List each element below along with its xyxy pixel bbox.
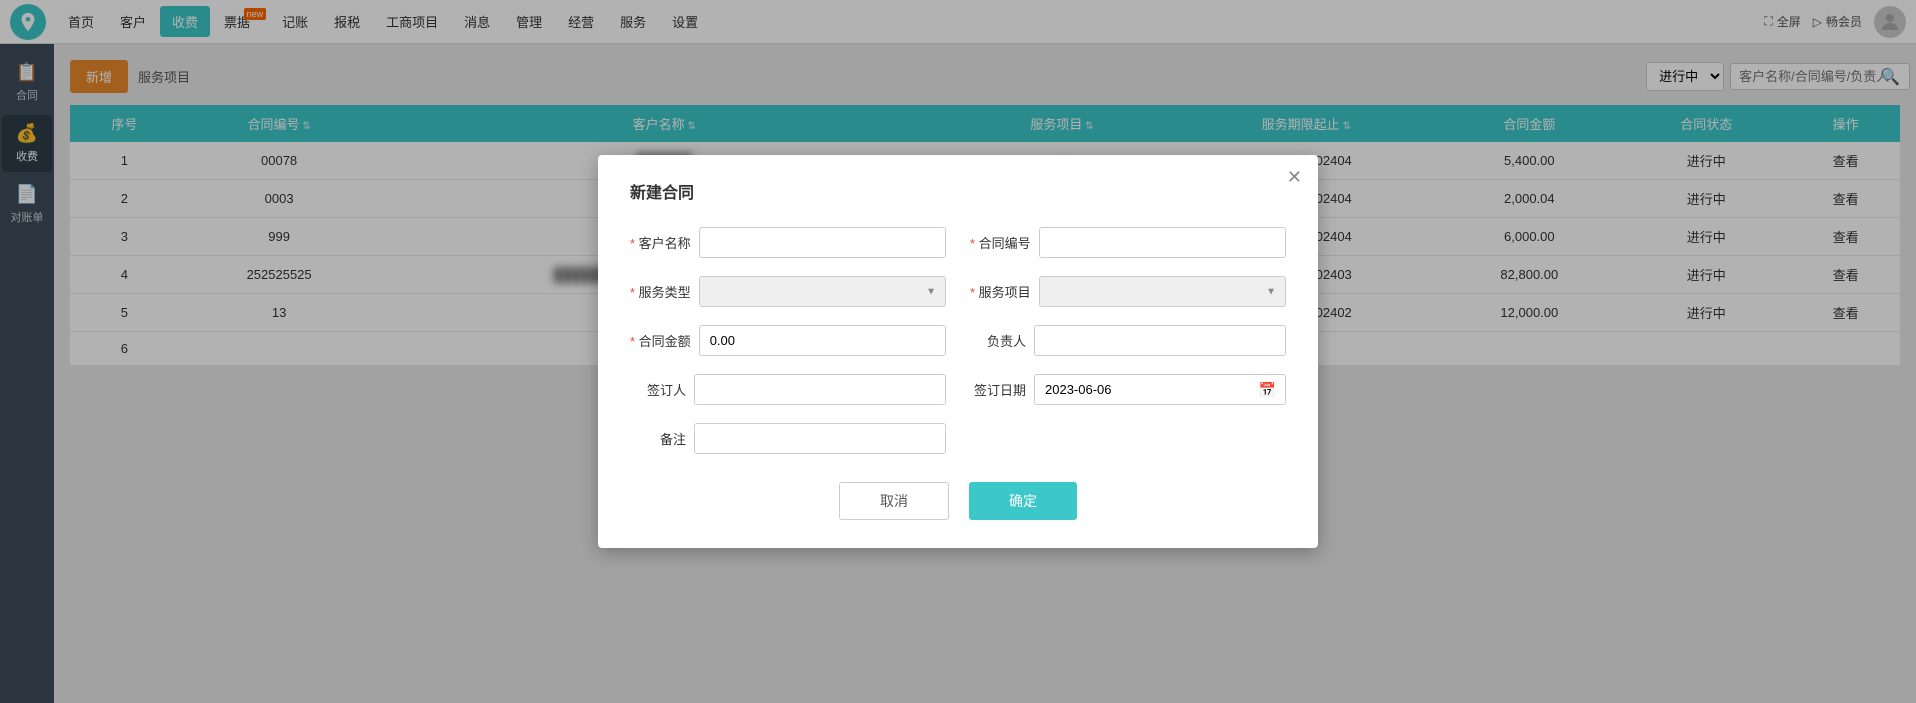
input-person-in-charge[interactable]	[1034, 325, 1286, 356]
input-contract-amount[interactable]: 0.00	[699, 325, 946, 356]
field-customer-name: 客户名称	[630, 227, 946, 258]
select-service-type[interactable]	[699, 276, 946, 307]
form-row-2: 服务类型 服务项目	[630, 276, 1286, 307]
modal-close-button[interactable]: ✕	[1287, 167, 1302, 188]
label-service-item: 服务项目	[970, 282, 1031, 301]
field-service-item: 服务项目	[970, 276, 1286, 307]
field-contract-amount: 合同金额 0.00	[630, 325, 946, 356]
field-service-type: 服务类型	[630, 276, 946, 307]
input-remark[interactable]	[694, 423, 946, 454]
field-remark: 备注	[630, 423, 946, 454]
field-sign-date: 签订日期 2023-06-06 📅	[970, 374, 1286, 405]
field-signer: 签订人	[630, 374, 946, 405]
label-sign-date: 签订日期	[970, 380, 1026, 399]
form-row-1: 客户名称 合同编号	[630, 227, 1286, 258]
label-contract-amount: 合同金额	[630, 331, 691, 350]
content-area: 新增 服务项目 进行中已完成已终止 🔍 序号 合同编号 客户名称 服务项目 服务…	[54, 44, 1916, 703]
label-signer: 签订人	[630, 380, 686, 399]
field-person-in-charge: 负责人	[970, 325, 1286, 356]
confirm-button[interactable]: 确定	[969, 482, 1077, 520]
modal-overlay[interactable]: ✕ 新建合同 客户名称 合同编号 服务类型	[54, 44, 1916, 703]
input-signer[interactable]	[694, 374, 946, 405]
input-sign-date[interactable]: 2023-06-06	[1034, 374, 1286, 405]
field-contract-no: 合同编号	[970, 227, 1286, 258]
modal-title: 新建合同	[630, 179, 1286, 203]
label-customer-name: 客户名称	[630, 233, 691, 252]
select-service-item[interactable]	[1039, 276, 1286, 307]
label-remark: 备注	[630, 429, 686, 448]
modal-footer: 取消 确定	[630, 482, 1286, 520]
form-row-5: 备注	[630, 423, 1286, 454]
input-customer-name[interactable]	[699, 227, 946, 258]
label-person-in-charge: 负责人	[970, 331, 1026, 350]
form-row-3: 合同金额 0.00 负责人	[630, 325, 1286, 356]
label-contract-no: 合同编号	[970, 233, 1031, 252]
modal-dialog: ✕ 新建合同 客户名称 合同编号 服务类型	[598, 155, 1318, 548]
main-layout: 📋 合同 💰 收费 📄 对账单 新增 服务项目 进行中已完成已终止 🔍	[0, 44, 1916, 703]
form-row-4: 签订人 签订日期 2023-06-06 📅	[630, 374, 1286, 405]
label-service-type: 服务类型	[630, 282, 691, 301]
calendar-icon[interactable]: 📅	[1259, 381, 1276, 398]
input-contract-no[interactable]	[1039, 227, 1286, 258]
cancel-button[interactable]: 取消	[839, 482, 949, 520]
